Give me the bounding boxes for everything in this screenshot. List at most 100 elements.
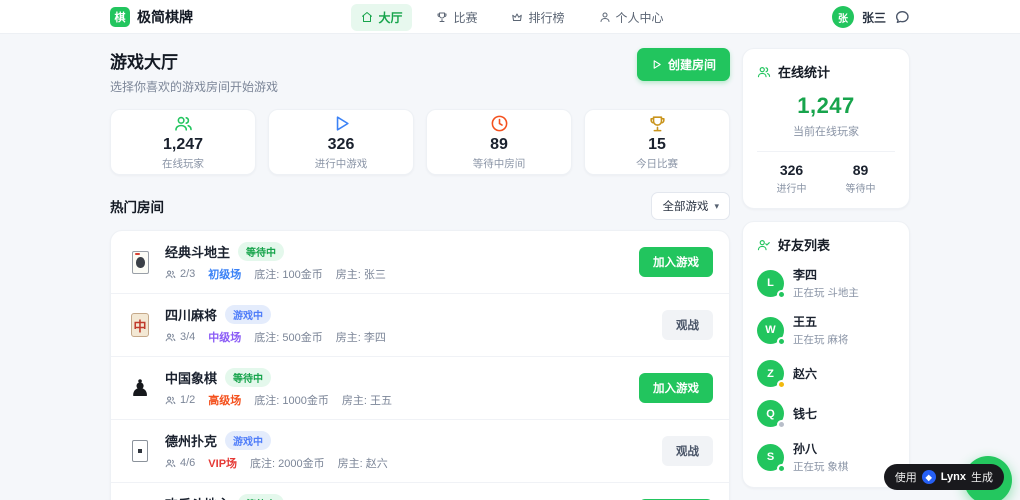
home-icon xyxy=(362,12,373,22)
users-icon xyxy=(165,270,176,278)
online-players-label: 当前在线玩家 xyxy=(793,126,859,138)
crown-icon xyxy=(512,13,523,21)
stat-value: 89 xyxy=(490,135,508,153)
friend-item[interactable]: Z 赵六 xyxy=(757,360,895,389)
stat-card-active-games: 326 进行中游戏 xyxy=(268,109,414,175)
users-icon xyxy=(174,116,192,131)
nav-item-lobby[interactable]: 大厅 xyxy=(351,3,413,31)
badge-prefix: 使用 xyxy=(894,472,917,484)
room-status-badge: 游戏中 xyxy=(225,431,272,450)
friend-item[interactable]: W 王五 正在玩 麻将 xyxy=(757,313,895,347)
users-icon xyxy=(165,333,176,341)
friends-title: 好友列表 xyxy=(778,238,831,253)
nav-item-leaderboard[interactable]: 排行榜 xyxy=(501,4,574,31)
presence-dot xyxy=(777,380,786,389)
sidebar: 在线统计 1,247 当前在线玩家 326 进行中 89 等待中 好友列表 L … xyxy=(742,48,910,500)
user-check-icon xyxy=(757,239,770,250)
avatar: L xyxy=(757,269,786,299)
presence-dot xyxy=(777,463,786,473)
room-status-badge: 等待中 xyxy=(225,368,272,387)
spectate-button[interactable]: 观战 xyxy=(662,436,713,466)
friend-name: 孙八 xyxy=(793,442,818,456)
main-nav: 大厅 比赛 排行榜 个人中心 xyxy=(351,3,674,31)
presence-dot xyxy=(777,336,786,346)
room-level: VIP场 xyxy=(208,458,238,470)
chess-pawn-icon: ♟ xyxy=(129,374,151,401)
stat-card-today-matches: 15 今日比赛 xyxy=(584,109,730,175)
chat-bubble-icon[interactable] xyxy=(894,9,910,25)
chevron-down-icon: ▾ xyxy=(714,200,719,211)
top-navbar: 棋 极简棋牌 大厅 比赛 排行榜 个人中心 张 张三 xyxy=(0,0,1020,34)
nav-label: 大厅 xyxy=(378,10,403,25)
friend-item[interactable]: L 李四 正在玩 斗地主 xyxy=(757,266,895,300)
users-icon xyxy=(757,66,771,77)
stat-label: 进行中游戏 xyxy=(314,157,368,170)
stat-card-waiting-rooms: 89 等待中房间 xyxy=(426,109,572,175)
nav-item-matches[interactable]: 比赛 xyxy=(426,4,487,31)
room-row-chinese-chess: ♟ 中国象棋 等待中 1/2 高级场 底注: 1000金币 房主: 王五 加入游… xyxy=(111,356,729,419)
poker-card-icon xyxy=(127,440,153,462)
stat-label: 在线玩家 xyxy=(162,157,204,170)
main-content: 游戏大厅 选择你喜欢的游戏房间开始游戏 创建房间 1,247 在线玩家 326 … xyxy=(110,48,730,500)
game-filter-select[interactable]: 全部游戏 ▾ xyxy=(651,192,730,220)
room-owner: 房主: 赵六 xyxy=(337,458,388,470)
nav-item-profile[interactable]: 个人中心 xyxy=(589,4,674,31)
room-name: 欢乐斗地主 xyxy=(165,494,230,500)
room-players: 3/4 xyxy=(165,331,195,343)
page-title: 游戏大厅 xyxy=(110,53,178,72)
friend-item[interactable]: Q 钱七 xyxy=(757,400,895,429)
users-icon xyxy=(165,396,176,404)
card-icon xyxy=(127,250,153,274)
room-row-happy-doudizhu: 欢乐斗地主 等待中 0/3 新手场 底注: 50金币 房主: 孙七 加入游戏 xyxy=(111,482,729,500)
play-icon xyxy=(653,60,661,69)
trophy-icon xyxy=(437,12,447,22)
stat-value: 1,247 xyxy=(162,135,204,153)
friend-status: 正在玩 麻将 xyxy=(793,334,849,346)
stat-value: 15 xyxy=(648,135,666,153)
stat-value: 326 xyxy=(327,135,355,153)
user-avatar[interactable]: 张 xyxy=(831,6,854,28)
friend-status: 正在玩 斗地主 xyxy=(793,287,859,299)
user-name[interactable]: 张三 xyxy=(862,9,886,26)
online-stats-title: 在线统计 xyxy=(778,65,831,80)
avatar: S xyxy=(757,443,786,473)
create-room-button[interactable]: 创建房间 xyxy=(636,48,730,81)
room-level: 初级场 xyxy=(208,269,242,281)
friend-name: 赵六 xyxy=(793,367,818,381)
friends-panel: 好友列表 L 李四 正在玩 斗地主 W 王五 正在玩 麻将 Z 赵六 Q 钱七 … xyxy=(742,221,910,488)
trophy-icon xyxy=(649,115,665,131)
lynx-generated-badge[interactable]: 使用 ◆ Lynx 生成 xyxy=(883,464,1004,490)
room-status-badge: 等待中 xyxy=(238,494,285,500)
room-row-texas-holdem: 德州扑克 游戏中 4/6 VIP场 底注: 2000金币 房主: 赵六 观战 xyxy=(111,419,729,482)
stat-label: 今日比赛 xyxy=(636,157,678,170)
nav-label: 个人中心 xyxy=(615,10,664,25)
room-stake: 底注: 500金币 xyxy=(254,332,323,344)
room-stake: 底注: 100金币 xyxy=(254,269,323,281)
nav-label: 排行榜 xyxy=(528,10,565,25)
room-status-badge: 等待中 xyxy=(238,242,285,261)
room-players: 1/2 xyxy=(165,394,195,406)
app-title: 极简棋牌 xyxy=(137,9,193,25)
spectate-button[interactable]: 观战 xyxy=(662,310,713,340)
badge-suffix: 生成 xyxy=(971,472,993,484)
user-icon xyxy=(600,12,609,22)
room-players: 2/3 xyxy=(165,268,195,280)
room-name: 德州扑克 xyxy=(165,434,218,449)
room-owner: 房主: 张三 xyxy=(335,269,386,281)
create-room-label: 创建房间 xyxy=(667,58,716,72)
join-game-button[interactable]: 加入游戏 xyxy=(639,373,713,403)
room-level: 中级场 xyxy=(208,332,242,344)
play-icon xyxy=(336,115,349,131)
clock-icon xyxy=(491,115,507,131)
friend-name: 王五 xyxy=(793,315,818,329)
friend-status: 正在玩 象棋 xyxy=(793,461,849,473)
badge-brand: Lynx xyxy=(940,471,966,483)
room-name: 中国象棋 xyxy=(165,371,218,386)
online-players-count: 1,247 xyxy=(797,93,855,118)
stat-label: 等待中房间 xyxy=(472,157,526,170)
room-stake: 底注: 1000金币 xyxy=(254,395,329,407)
join-game-button[interactable]: 加入游戏 xyxy=(639,247,713,277)
room-row-sichuan-mahjong: 中 四川麻将 游戏中 3/4 中级场 底注: 500金币 房主: 李四 观战 xyxy=(111,293,729,356)
friend-item[interactable]: S 孙八 正在玩 象棋 xyxy=(757,440,895,474)
avatar: Q xyxy=(757,400,786,429)
